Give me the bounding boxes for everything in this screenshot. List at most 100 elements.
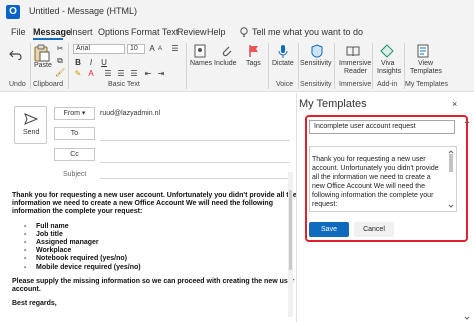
templates-icon[interactable] xyxy=(416,44,430,58)
ribbon-separator xyxy=(334,43,335,89)
align-left-icon[interactable]: ☰ xyxy=(103,69,113,79)
title-bar: O Untitled - Message (HTML) xyxy=(0,0,474,24)
body-line: account. xyxy=(12,286,41,294)
viva-insights-icon[interactable] xyxy=(380,44,394,58)
tab-review[interactable]: Review xyxy=(177,27,207,37)
copy-icon[interactable]: ⧉ xyxy=(55,56,65,66)
from-label: From xyxy=(63,110,80,117)
paperclip-icon[interactable] xyxy=(220,44,234,58)
list-item: - Job title xyxy=(24,230,63,238)
paste-button[interactable]: Paste xyxy=(34,62,52,69)
sensitivity-button[interactable]: Sensitivity xyxy=(300,60,332,67)
names-button[interactable]: Names xyxy=(190,60,212,67)
compose-scrollbar-thumb[interactable] xyxy=(289,190,292,270)
body-line: Best regards, xyxy=(12,300,57,308)
tab-message[interactable]: Message xyxy=(33,27,71,37)
template-title-input[interactable]: Incomplete user account request xyxy=(309,120,455,134)
group-immersive-label: Immersive xyxy=(339,81,372,88)
send-icon[interactable] xyxy=(24,113,38,125)
pane-scrollbar[interactable] xyxy=(464,120,470,320)
font-size-select[interactable]: 10 xyxy=(127,44,145,54)
align-right-icon[interactable]: ☰ xyxy=(129,69,139,79)
flag-icon[interactable] xyxy=(247,44,261,58)
subject-input[interactable] xyxy=(100,178,290,179)
group-sensitivity-label: Sensitivity xyxy=(300,81,332,88)
list-item: - Mobile device required (yes/no) xyxy=(24,263,141,271)
subject-label: Subject xyxy=(63,171,87,178)
tell-me-search[interactable]: Tell me what you want to do xyxy=(252,27,363,37)
body-line: Please supply the missing information so… xyxy=(12,277,295,285)
group-add-in-label: Add-in xyxy=(377,81,398,88)
viva-insights-button-line2[interactable]: Insights xyxy=(377,68,401,75)
bold-icon[interactable]: B xyxy=(73,58,83,68)
align-center-icon[interactable]: ☰ xyxy=(116,69,126,79)
to-input[interactable] xyxy=(100,140,290,141)
tab-format-text[interactable]: Format Text xyxy=(131,27,178,37)
bullets-icon[interactable]: ☰ xyxy=(170,44,180,54)
list-item: - Workplace xyxy=(24,247,72,255)
template-body-scrollbar-thumb[interactable] xyxy=(449,154,453,172)
ribbon-separator xyxy=(268,43,269,89)
cc-button[interactable]: Cc xyxy=(54,148,95,161)
group-my-templates-label: My Templates xyxy=(405,81,449,88)
ribbon-separator xyxy=(30,43,31,89)
address-book-icon[interactable] xyxy=(193,44,207,58)
send-label[interactable]: Send xyxy=(23,129,39,136)
font-color-icon[interactable]: A xyxy=(86,69,96,79)
include-button[interactable]: Include xyxy=(214,60,237,67)
tags-button[interactable]: Tags xyxy=(246,60,261,67)
from-button[interactable]: From ▾ xyxy=(54,107,95,120)
paste-icon[interactable] xyxy=(34,44,50,62)
group-basic-text-label: Basic Text xyxy=(108,81,140,88)
font-name-select[interactable]: Arial xyxy=(73,44,125,54)
viva-insights-button[interactable]: Viva xyxy=(381,60,395,67)
ribbon-separator xyxy=(68,43,69,89)
from-value: ruud@lazyadmin.nl xyxy=(100,110,161,117)
view-templates-button[interactable]: View xyxy=(418,60,433,67)
menu-bar: File Message Insert Options Format Text … xyxy=(0,24,474,41)
italic-icon[interactable]: I xyxy=(86,58,96,68)
group-voice-label: Voice xyxy=(276,81,294,88)
ribbon-separator xyxy=(298,43,299,89)
sensitivity-icon[interactable] xyxy=(310,44,324,58)
dictate-button[interactable]: Dictate xyxy=(272,60,294,67)
ribbon xyxy=(0,41,474,92)
tab-file[interactable]: File xyxy=(11,27,26,37)
cc-input[interactable] xyxy=(100,162,290,163)
grow-font-icon[interactable]: A xyxy=(148,44,156,54)
immersive-reader-button-line2[interactable]: Reader xyxy=(344,68,367,75)
window-title: Untitled - Message (HTML) xyxy=(29,6,138,16)
format-painter-icon[interactable]: 🖌 xyxy=(55,68,65,78)
highlight-icon[interactable]: ✎ xyxy=(73,69,83,79)
cut-icon[interactable]: ✂ xyxy=(55,44,65,54)
list-item: - Assigned manager xyxy=(24,239,99,247)
underline-icon[interactable]: U xyxy=(99,58,109,68)
body-line: information we need to create a new Offi… xyxy=(12,200,273,208)
send-button[interactable] xyxy=(14,106,47,144)
tab-help[interactable]: Help xyxy=(207,27,226,37)
increase-indent-icon[interactable]: ⇥ xyxy=(156,69,166,79)
group-clipboard-label: Clipboard xyxy=(33,81,63,88)
close-icon[interactable]: × xyxy=(452,99,457,109)
lightbulb-icon xyxy=(240,27,248,37)
save-button[interactable]: Save xyxy=(309,222,349,237)
immersive-reader-icon[interactable] xyxy=(346,44,360,58)
to-button[interactable]: To xyxy=(54,127,95,140)
cancel-button[interactable]: Cancel xyxy=(354,222,394,237)
view-templates-button-line2[interactable]: Templates xyxy=(410,68,442,75)
message-body[interactable]: Thank you for requesting a new user acco… xyxy=(12,192,297,308)
list-item: - Notebook required (yes/no) xyxy=(24,255,128,263)
template-body-text: Thank you for requesting a new user acco… xyxy=(312,156,439,209)
tab-insert[interactable]: Insert xyxy=(70,27,93,37)
body-line: Thank you for requesting a new user acco… xyxy=(12,192,297,199)
immersive-reader-button[interactable]: Immersive xyxy=(339,60,371,67)
ribbon-separator xyxy=(186,43,187,89)
microphone-icon[interactable] xyxy=(276,44,290,60)
group-undo-label: Undo xyxy=(9,81,26,88)
outlook-logo-icon: O xyxy=(6,5,20,19)
undo-icon[interactable] xyxy=(9,48,23,60)
tab-options[interactable]: Options xyxy=(98,27,129,37)
ribbon-separator xyxy=(372,43,373,89)
decrease-indent-icon[interactable]: ⇤ xyxy=(143,69,153,79)
shrink-font-icon[interactable]: A xyxy=(156,44,164,54)
